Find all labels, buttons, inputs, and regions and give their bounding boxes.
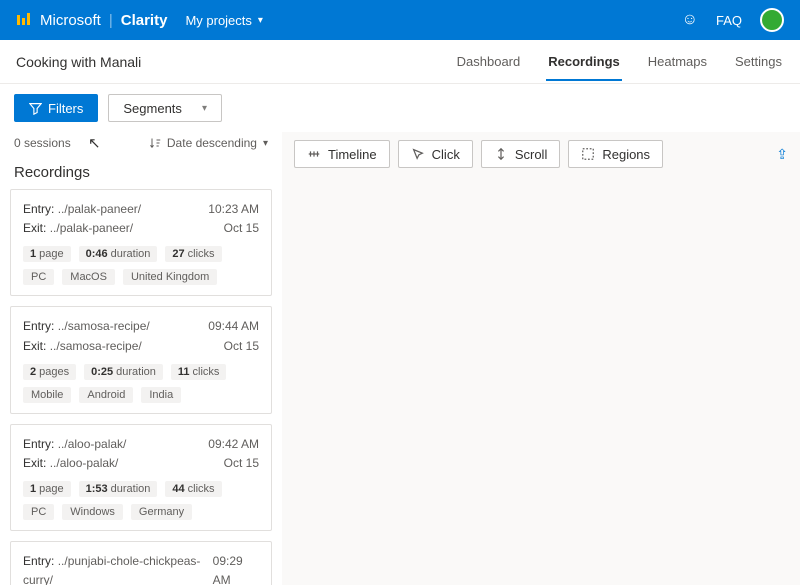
clarity-logo-icon xyxy=(16,12,32,28)
top-bar-right: ☺ FAQ xyxy=(682,8,784,32)
recording-date: Oct 15 xyxy=(224,219,259,238)
filters-label: Filters xyxy=(48,101,83,116)
exit-label: Exit: xyxy=(23,456,46,470)
recording-date: Oct 15 xyxy=(224,337,259,356)
recording-date: Oct 15 xyxy=(224,454,259,473)
nav-tabs: Dashboard Recordings Heatmaps Settings xyxy=(455,42,784,81)
recording-time: 09:42 AM xyxy=(208,435,259,454)
faq-link[interactable]: FAQ xyxy=(716,13,742,28)
metric-duration: 0:46duration xyxy=(79,246,158,262)
tag: United Kingdom xyxy=(123,269,217,285)
session-count: 0 sessions xyxy=(14,136,71,150)
metric-pages: 1page xyxy=(23,481,71,497)
tag: MacOS xyxy=(62,269,115,285)
tag: India xyxy=(141,387,181,403)
metric-pages: 2pages xyxy=(23,364,76,380)
top-bar-left: Microsoft | Clarity My projects ▾ xyxy=(16,12,263,29)
recording-card[interactable]: Entry: ../aloo-palak/09:42 AM Exit: ../al… xyxy=(10,424,272,531)
entry-label: Entry: xyxy=(23,202,54,216)
chevron-down-icon: ▾ xyxy=(263,138,268,149)
recording-time: 10:23 AM xyxy=(208,200,259,219)
sort-label: Date descending xyxy=(167,136,257,150)
recording-card[interactable]: Entry: ../palak-paneer/10:23 AM Exit: ../… xyxy=(10,189,272,296)
filters-button[interactable]: Filters xyxy=(14,94,98,122)
entry-path: ../samosa-recipe/ xyxy=(58,319,150,333)
recording-time: 09:44 AM xyxy=(208,317,259,336)
filter-icon xyxy=(29,102,42,115)
top-bar: Microsoft | Clarity My projects ▾ ☺ FAQ xyxy=(0,0,800,40)
click-label: Click xyxy=(432,147,460,162)
scroll-icon xyxy=(494,147,508,161)
metric-clicks: 44clicks xyxy=(165,481,221,497)
chevron-down-icon: ▾ xyxy=(258,15,263,26)
tag: Germany xyxy=(131,504,192,520)
tab-recordings[interactable]: Recordings xyxy=(546,42,622,81)
share-icon[interactable]: ⇪ xyxy=(776,146,788,163)
scroll-label: Scroll xyxy=(515,147,548,162)
tag: PC xyxy=(23,269,54,285)
recording-card[interactable]: Entry: ../punjabi-chole-chickpeas-curry/… xyxy=(10,541,272,585)
regions-icon xyxy=(581,147,595,161)
tag: PC xyxy=(23,504,54,520)
my-projects-label: My projects xyxy=(185,13,251,28)
timeline-button[interactable]: Timeline xyxy=(294,140,390,168)
segments-dropdown[interactable]: Segments ▾ xyxy=(108,94,222,122)
left-panel: 0 sessions Date descending ▾ Recordings … xyxy=(0,132,282,585)
metric-clicks: 27clicks xyxy=(165,246,221,262)
entry-path: ../aloo-palak/ xyxy=(58,437,127,451)
brand[interactable]: Microsoft | Clarity xyxy=(16,12,167,29)
my-projects-dropdown[interactable]: My projects ▾ xyxy=(185,13,263,28)
chevron-down-icon: ▾ xyxy=(202,103,207,114)
exit-path: ../palak-paneer/ xyxy=(50,221,133,235)
metric-pages: 1page xyxy=(23,246,71,262)
exit-label: Exit: xyxy=(23,339,46,353)
filter-bar: Filters Segments ▾ xyxy=(0,84,800,132)
entry-label: Entry: xyxy=(23,554,54,568)
tab-heatmaps[interactable]: Heatmaps xyxy=(646,42,709,81)
entry-path: ../palak-paneer/ xyxy=(58,202,141,216)
sort-dropdown[interactable]: Date descending ▾ xyxy=(149,136,268,150)
feedback-icon[interactable]: ☺ xyxy=(682,11,698,29)
recordings-title: Recordings xyxy=(0,156,282,189)
recording-time: 09:29 AM xyxy=(213,552,259,585)
segments-label: Segments xyxy=(123,101,182,116)
regions-label: Regions xyxy=(602,147,650,162)
recording-card[interactable]: Entry: ../samosa-recipe/09:44 AM Exit: ..… xyxy=(10,306,272,413)
brand-prefix: Microsoft xyxy=(40,12,101,29)
exit-label: Exit: xyxy=(23,221,46,235)
sub-bar: Cooking with Manali Dashboard Recordings… xyxy=(0,40,800,84)
project-title: Cooking with Manali xyxy=(16,54,141,70)
entry-label: Entry: xyxy=(23,319,54,333)
left-panel-head: 0 sessions Date descending ▾ xyxy=(0,132,282,156)
tag: Mobile xyxy=(23,387,71,403)
tab-settings[interactable]: Settings xyxy=(733,42,784,81)
click-button[interactable]: Click xyxy=(398,140,473,168)
exit-path: ../aloo-palak/ xyxy=(50,456,119,470)
exit-path: ../samosa-recipe/ xyxy=(50,339,142,353)
sort-icon xyxy=(149,137,161,149)
scroll-button[interactable]: Scroll xyxy=(481,140,561,168)
tab-dashboard[interactable]: Dashboard xyxy=(455,42,523,81)
brand-name: Clarity xyxy=(121,12,168,29)
regions-button[interactable]: Regions xyxy=(568,140,663,168)
click-icon xyxy=(411,147,425,161)
timeline-icon xyxy=(307,147,321,161)
avatar[interactable] xyxy=(760,8,784,32)
tag: Android xyxy=(79,387,133,403)
metric-duration: 0:25duration xyxy=(84,364,163,380)
timeline-label: Timeline xyxy=(328,147,377,162)
recording-list: Entry: ../palak-paneer/10:23 AM Exit: ../… xyxy=(0,189,282,585)
brand-separator: | xyxy=(109,12,113,29)
right-panel: Timeline Click Scroll Regions ⇪ xyxy=(282,132,800,585)
entry-label: Entry: xyxy=(23,437,54,451)
metric-duration: 1:53duration xyxy=(79,481,158,497)
tag: Windows xyxy=(62,504,123,520)
view-bar: Timeline Click Scroll Regions ⇪ xyxy=(282,132,800,176)
metric-clicks: 11clicks xyxy=(171,364,227,380)
main: 0 sessions Date descending ▾ Recordings … xyxy=(0,132,800,585)
